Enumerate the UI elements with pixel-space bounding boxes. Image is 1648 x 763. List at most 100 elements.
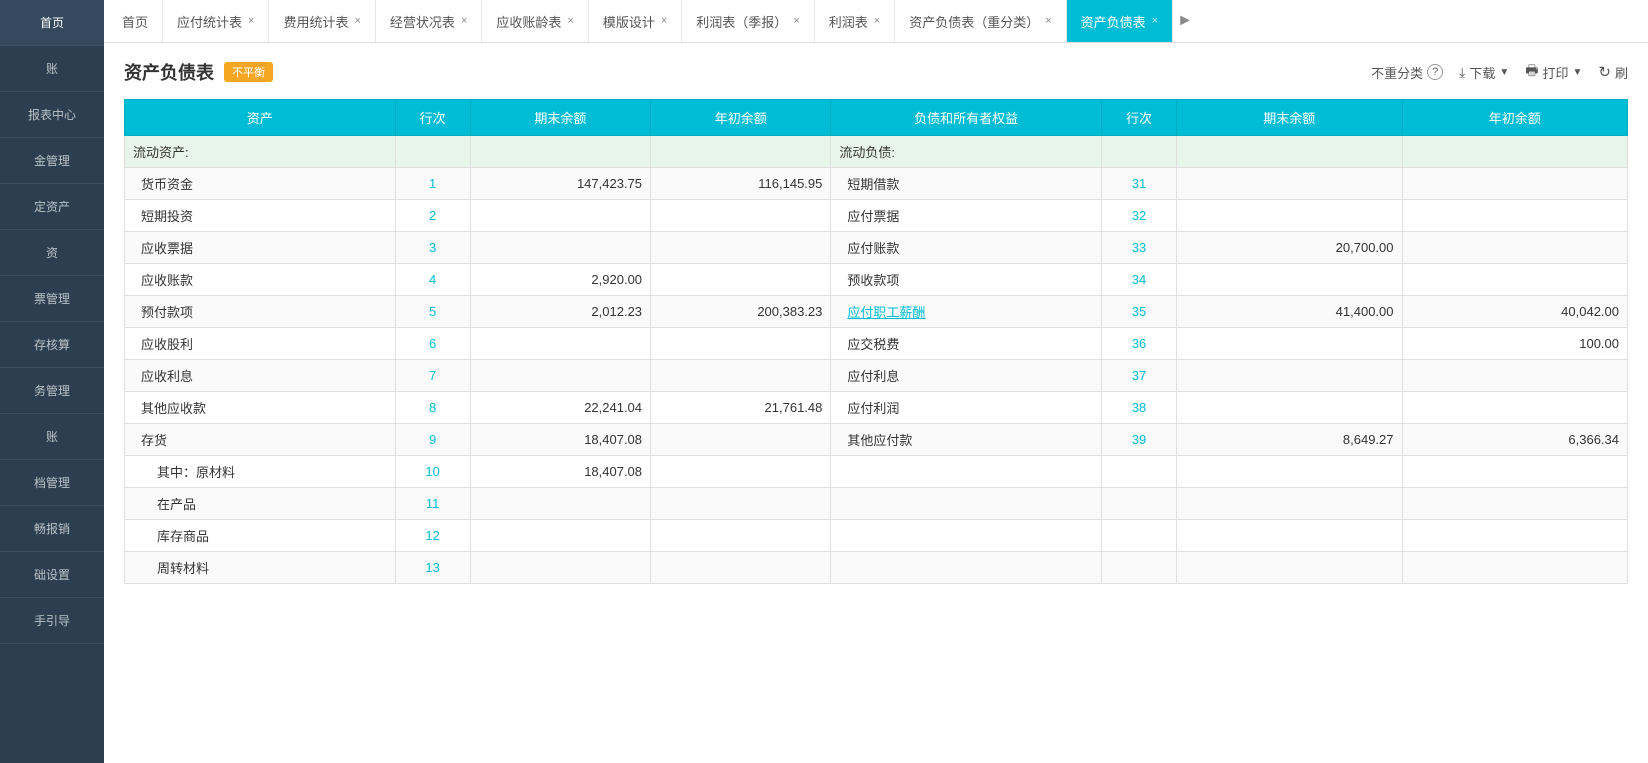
liability-end-balance[interactable]: [1177, 456, 1402, 488]
tab-balance-active[interactable]: 资产负债表×: [1067, 0, 1173, 42]
sidebar-item-investment[interactable]: 资: [0, 230, 104, 276]
liability-start-balance[interactable]: [1402, 200, 1628, 232]
sidebar-item-home[interactable]: 首页: [0, 0, 104, 46]
asset-end-balance[interactable]: 2,920.00: [470, 264, 650, 296]
asset-label[interactable]: 应收账款: [125, 264, 396, 296]
asset-start-balance[interactable]: [651, 456, 831, 488]
asset-label[interactable]: 库存商品: [125, 520, 396, 552]
liability-label[interactable]: 短期借款: [831, 168, 1102, 200]
tab-close-balance-active[interactable]: ×: [1152, 15, 1158, 27]
liability-end-balance[interactable]: 8,649.27: [1177, 424, 1402, 456]
asset-end-balance[interactable]: [470, 520, 650, 552]
asset-start-balance[interactable]: [651, 520, 831, 552]
sidebar-item-basic-settings[interactable]: 础设置: [0, 552, 104, 598]
tab-profit-report[interactable]: 利润表×: [815, 0, 895, 42]
liability-end-balance[interactable]: [1177, 200, 1402, 232]
print-button[interactable]: 🖶 打印 ▼: [1525, 60, 1582, 84]
sidebar-item-tax-mgmt[interactable]: 务管理: [0, 368, 104, 414]
liability-end-balance[interactable]: [1177, 488, 1402, 520]
liability-label[interactable]: 应付职工薪酬: [831, 296, 1102, 328]
tab-home[interactable]: 首页: [108, 0, 163, 42]
tab-operation-stat[interactable]: 经营状况表×: [376, 0, 482, 42]
liability-label[interactable]: 应付票据: [831, 200, 1102, 232]
liability-label[interactable]: 应付利润: [831, 392, 1102, 424]
liability-end-balance[interactable]: [1177, 328, 1402, 360]
asset-label[interactable]: 应收股利: [125, 328, 396, 360]
tab-close-profit-report[interactable]: ×: [874, 15, 880, 27]
sidebar-item-account[interactable]: 账: [0, 46, 104, 92]
tab-close-template-design[interactable]: ×: [661, 15, 667, 27]
tab-template-design[interactable]: 模版设计×: [589, 0, 682, 42]
liability-label[interactable]: [831, 456, 1102, 488]
sidebar-item-inventory-calc[interactable]: 存核算: [0, 322, 104, 368]
tab-close-expense-stat[interactable]: ×: [354, 15, 360, 27]
liability-end-balance[interactable]: 41,400.00: [1177, 296, 1402, 328]
liability-end-balance[interactable]: [1177, 520, 1402, 552]
liability-start-balance[interactable]: 100.00: [1402, 328, 1628, 360]
liability-end-balance[interactable]: [1177, 392, 1402, 424]
liability-label[interactable]: 预收款项: [831, 264, 1102, 296]
classify-button[interactable]: 不重分类 ?: [1371, 63, 1443, 82]
asset-end-balance[interactable]: [470, 488, 650, 520]
asset-end-balance[interactable]: [470, 552, 650, 584]
asset-end-balance[interactable]: [470, 360, 650, 392]
asset-start-balance[interactable]: 21,761.48: [651, 392, 831, 424]
sidebar-item-report-center[interactable]: 报表中心: [0, 92, 104, 138]
asset-label[interactable]: 其中：原材料: [125, 456, 396, 488]
tab-profit-quarterly[interactable]: 利润表（季报）×: [682, 0, 814, 42]
asset-label[interactable]: 周转材料: [125, 552, 396, 584]
sidebar-item-sales[interactable]: 畅报销: [0, 506, 104, 552]
asset-start-balance[interactable]: [651, 232, 831, 264]
liability-start-balance[interactable]: [1402, 168, 1628, 200]
liability-label[interactable]: [831, 552, 1102, 584]
asset-start-balance[interactable]: [651, 360, 831, 392]
tab-balance-reclassified[interactable]: 资产负债表（重分类）×: [895, 0, 1066, 42]
liability-start-balance[interactable]: [1402, 520, 1628, 552]
liability-start-balance[interactable]: [1402, 360, 1628, 392]
liability-start-balance[interactable]: [1402, 264, 1628, 296]
liability-start-balance[interactable]: [1402, 552, 1628, 584]
liability-end-balance[interactable]: [1177, 168, 1402, 200]
liability-label[interactable]: 应交税费: [831, 328, 1102, 360]
asset-end-balance[interactable]: [470, 232, 650, 264]
asset-start-balance[interactable]: [651, 200, 831, 232]
sidebar-item-ticket-mgmt[interactable]: 票管理: [0, 276, 104, 322]
liability-label[interactable]: [831, 520, 1102, 552]
tab-expense-stat[interactable]: 费用统计表×: [269, 0, 375, 42]
refresh-button[interactable]: ↻ 刷: [1598, 63, 1628, 82]
sidebar-item-bank[interactable]: 账: [0, 414, 104, 460]
asset-start-balance[interactable]: 200,383.23: [651, 296, 831, 328]
asset-end-balance[interactable]: 18,407.08: [470, 424, 650, 456]
tab-ar-aging[interactable]: 应收账龄表×: [482, 0, 588, 42]
asset-label[interactable]: 预付款项: [125, 296, 396, 328]
liability-label[interactable]: 其他应付款: [831, 424, 1102, 456]
liability-start-balance[interactable]: [1402, 392, 1628, 424]
liability-end-balance[interactable]: [1177, 360, 1402, 392]
asset-start-balance[interactable]: [651, 328, 831, 360]
liability-start-balance[interactable]: 6,366.34: [1402, 424, 1628, 456]
asset-start-balance[interactable]: 116,145.95: [651, 168, 831, 200]
asset-label[interactable]: 货币资金: [125, 168, 396, 200]
asset-end-balance[interactable]: [470, 328, 650, 360]
liability-start-balance[interactable]: [1402, 232, 1628, 264]
liability-end-balance[interactable]: 20,700.00: [1177, 232, 1402, 264]
asset-end-balance[interactable]: 2,012.23: [470, 296, 650, 328]
liability-end-balance[interactable]: [1177, 264, 1402, 296]
liability-label[interactable]: 应付账款: [831, 232, 1102, 264]
asset-label[interactable]: 应收票据: [125, 232, 396, 264]
asset-end-balance[interactable]: 22,241.04: [470, 392, 650, 424]
tab-ap-stat[interactable]: 应付统计表×: [163, 0, 269, 42]
liability-start-balance[interactable]: [1402, 488, 1628, 520]
sidebar-item-fixed-assets[interactable]: 定资产: [0, 184, 104, 230]
asset-start-balance[interactable]: [651, 552, 831, 584]
liability-label[interactable]: 应付利息: [831, 360, 1102, 392]
tab-close-balance-reclassified[interactable]: ×: [1045, 15, 1051, 27]
liability-start-balance[interactable]: 40,042.00: [1402, 296, 1628, 328]
download-button[interactable]: ⤓ 下载 ▼: [1459, 63, 1509, 82]
asset-start-balance[interactable]: [651, 488, 831, 520]
asset-label[interactable]: 短期投资: [125, 200, 396, 232]
sidebar-item-file-mgmt[interactable]: 档管理: [0, 460, 104, 506]
liability-start-balance[interactable]: [1402, 456, 1628, 488]
sidebar-item-fund-mgmt[interactable]: 金管理: [0, 138, 104, 184]
tab-close-ap-stat[interactable]: ×: [248, 15, 254, 27]
